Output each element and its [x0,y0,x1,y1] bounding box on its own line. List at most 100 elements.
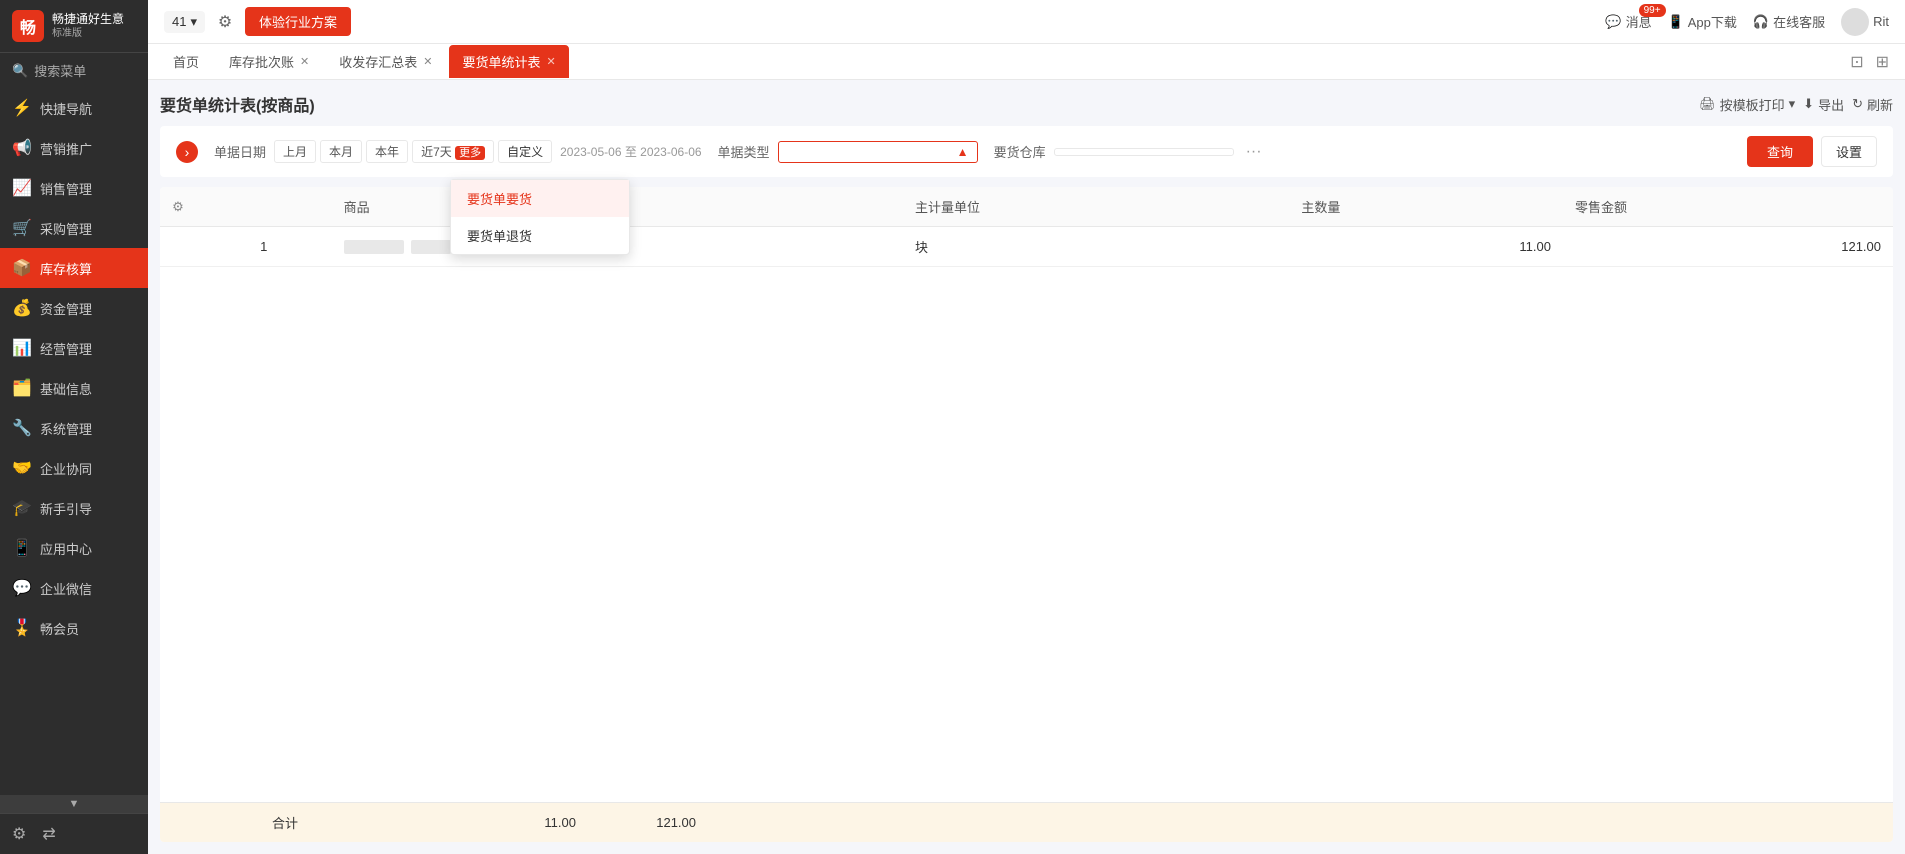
guide-icon: 🎓 [12,498,32,518]
top-header: 41 ▾ ⚙ 体验行业方案 💬 消息 99+ 📱 App下载 🎧 在线客服 [148,0,1905,44]
settings-icon[interactable]: ⚙ [12,824,26,844]
operation-icon: 📊 [12,338,32,358]
store-selector[interactable]: 41 ▾ [164,11,205,33]
sidebar-item-sales[interactable]: 📈 销售管理 [0,168,148,208]
dropdown-item-order-goods[interactable]: 要货单要货 [451,180,629,217]
sidebar-scroll-down[interactable]: ▼ [0,795,148,813]
sidebar-item-marketing[interactable]: 📢 营销推广 [0,128,148,168]
online-service-button[interactable]: 🎧 在线客服 [1753,12,1825,31]
messages-button[interactable]: 💬 消息 99+ [1605,12,1651,31]
sidebar-item-quick-nav[interactable]: ⚡ 快捷导航 [0,88,148,128]
refresh-button[interactable]: ↻ 刷新 [1852,95,1893,114]
purchase-icon: 🛒 [12,218,32,238]
download-icon: 📱 [1668,14,1684,30]
sidebar-item-finance[interactable]: 💰 资金管理 [0,288,148,328]
sidebar-item-member[interactable]: 🎖️ 畅会员 [0,608,148,648]
table-col-settings[interactable]: ⚙ [160,187,196,227]
warehouse-select[interactable] [1054,148,1234,156]
sidebar-item-guide[interactable]: 🎓 新手引导 [0,488,148,528]
top-header-right: 💬 消息 99+ 📱 App下载 🎧 在线客服 Rit [1605,8,1889,36]
system-icon: 🔧 [12,418,32,438]
collapse-icon[interactable]: ⇄ [42,824,55,844]
date-this-month-button[interactable]: 本月 [320,140,362,163]
sales-icon: 📈 [12,178,32,198]
footer-amount: 121.00 [656,815,696,830]
breadcrumb-area: 41 ▾ ⚙ 体验行业方案 [164,7,1593,36]
tab-order-stat-close[interactable]: ✕ [547,55,556,68]
table-footer: 合计 11.00 121.00 [160,802,1893,842]
tab-home[interactable]: 首页 [160,45,212,78]
sidebar-item-basic[interactable]: 🗂️ 基础信息 [0,368,148,408]
service-icon: 🎧 [1753,14,1769,30]
sidebar-item-purchase[interactable]: 🛒 采购管理 [0,208,148,248]
message-icon: 💬 [1605,14,1621,30]
export-button[interactable]: ⬇ 导出 [1803,95,1844,114]
date-this-year-button[interactable]: 本年 [366,140,408,163]
sidebar-item-inventory[interactable]: 📦 库存核算 [0,248,148,288]
store-name: 41 [172,14,186,29]
tab-minimize-icon[interactable]: ⊡ [1846,52,1867,72]
tab-recv-send-summary-close[interactable]: ✕ [423,55,432,68]
filter-expand-button[interactable]: › [176,141,198,163]
dropdown-item-order-return[interactable]: 要货单退货 [451,217,629,254]
product-placeholder-1 [344,240,404,254]
data-table: ⚙ 商品 主计量单位 主数量 零售金额 1 [160,187,1893,267]
tabs-controls: ⊡ ⊞ [1846,52,1893,72]
tab-batch-account-close[interactable]: ✕ [300,55,309,68]
filter-actions: 查询 设置 [1747,136,1877,167]
print-chevron-down[interactable]: ▾ [1789,96,1796,112]
settings-button[interactable]: 设置 [1821,136,1877,167]
trial-button[interactable]: 体验行业方案 [245,7,351,36]
tab-expand-icon[interactable]: ⊞ [1872,52,1893,72]
wechat-icon: 💬 [12,578,32,598]
appstore-icon: 📱 [12,538,32,558]
header-gear-button[interactable]: ⚙ [211,8,239,36]
sidebar-nav: ⚡ 快捷导航 📢 营销推广 📈 销售管理 🛒 采购管理 📦 库存核算 💰 资金管… [0,88,148,795]
app-name: 畅捷通好生意 [52,12,124,28]
search-menu[interactable]: 🔍 搜索菜单 [0,53,148,88]
tab-recv-send-summary[interactable]: 收发存汇总表 ✕ [326,45,445,78]
sidebar-item-appstore[interactable]: 📱 应用中心 [0,528,148,568]
sidebar-item-wechat[interactable]: 💬 企业微信 [0,568,148,608]
date-recent-7-button[interactable]: 近7天 更多 [412,140,494,163]
warehouse-filter-label: 要货仓库 [994,142,1046,161]
inventory-icon: 📦 [12,258,32,278]
app-download-button[interactable]: 📱 App下载 [1668,12,1737,31]
table-col-quantity: 主数量 [1289,187,1563,227]
print-button[interactable]: 🖨 按模板打印 ▾ [1699,95,1795,114]
footer-label: 合计 [260,816,310,831]
export-icon: ⬇ [1803,96,1814,112]
tab-order-stat[interactable]: 要货单统计表 ✕ [449,45,568,78]
table-row: 1 块 11.00 121.00 [160,227,1893,267]
user-name: Rit [1873,14,1889,29]
table-header-row: ⚙ 商品 主计量单位 主数量 零售金额 [160,187,1893,227]
app-logo: 畅 畅捷通好生意 标准版 [0,0,148,53]
logo-icon: 畅 [12,10,44,42]
sidebar-item-coop[interactable]: 🤝 企业协同 [0,448,148,488]
date-custom-button[interactable]: 自定义 [498,140,552,163]
main-area: 41 ▾ ⚙ 体验行业方案 💬 消息 99+ 📱 App下载 🎧 在线客服 [148,0,1905,854]
date-last-month-button[interactable]: 上月 [274,140,316,163]
table-scroll[interactable]: ⚙ 商品 主计量单位 主数量 零售金额 1 [160,187,1893,802]
query-button[interactable]: 查询 [1747,136,1813,167]
row-amount-cell: 121.00 [1563,227,1893,267]
type-select[interactable]: ▲ [778,141,978,163]
filter-panel: › 单据日期 上月 本月 本年 近7天 更多 自定义 2023-05-06 至 … [160,126,1893,177]
warehouse-dots-button[interactable]: ··· [1242,143,1266,161]
messages-badge: 99+ [1639,4,1666,17]
user-avatar-area[interactable]: Rit [1841,8,1889,36]
product-placeholder-2 [411,240,451,254]
footer-quantity: 11.00 [544,815,576,830]
sidebar-item-system[interactable]: 🔧 系统管理 [0,408,148,448]
chevron-down-icon: ▾ [190,14,197,30]
title-actions: 🖨 按模板打印 ▾ ⬇ 导出 ↻ 刷新 [1699,95,1893,114]
tab-batch-account[interactable]: 库存批次账 ✕ [216,45,322,78]
table-col-amount: 零售金额 [1563,187,1893,227]
sidebar-item-operation[interactable]: 📊 经营管理 [0,328,148,368]
row-index-cell: 1 [196,227,332,267]
sidebar: 畅 畅捷通好生意 标准版 🔍 搜索菜单 ⚡ 快捷导航 📢 营销推广 📈 销售管理… [0,0,148,854]
print-icon: 🖨 [1699,96,1716,112]
member-icon: 🎖️ [12,618,32,638]
row-unit-cell: 块 [903,227,1289,267]
quick-nav-icon: ⚡ [12,98,32,118]
